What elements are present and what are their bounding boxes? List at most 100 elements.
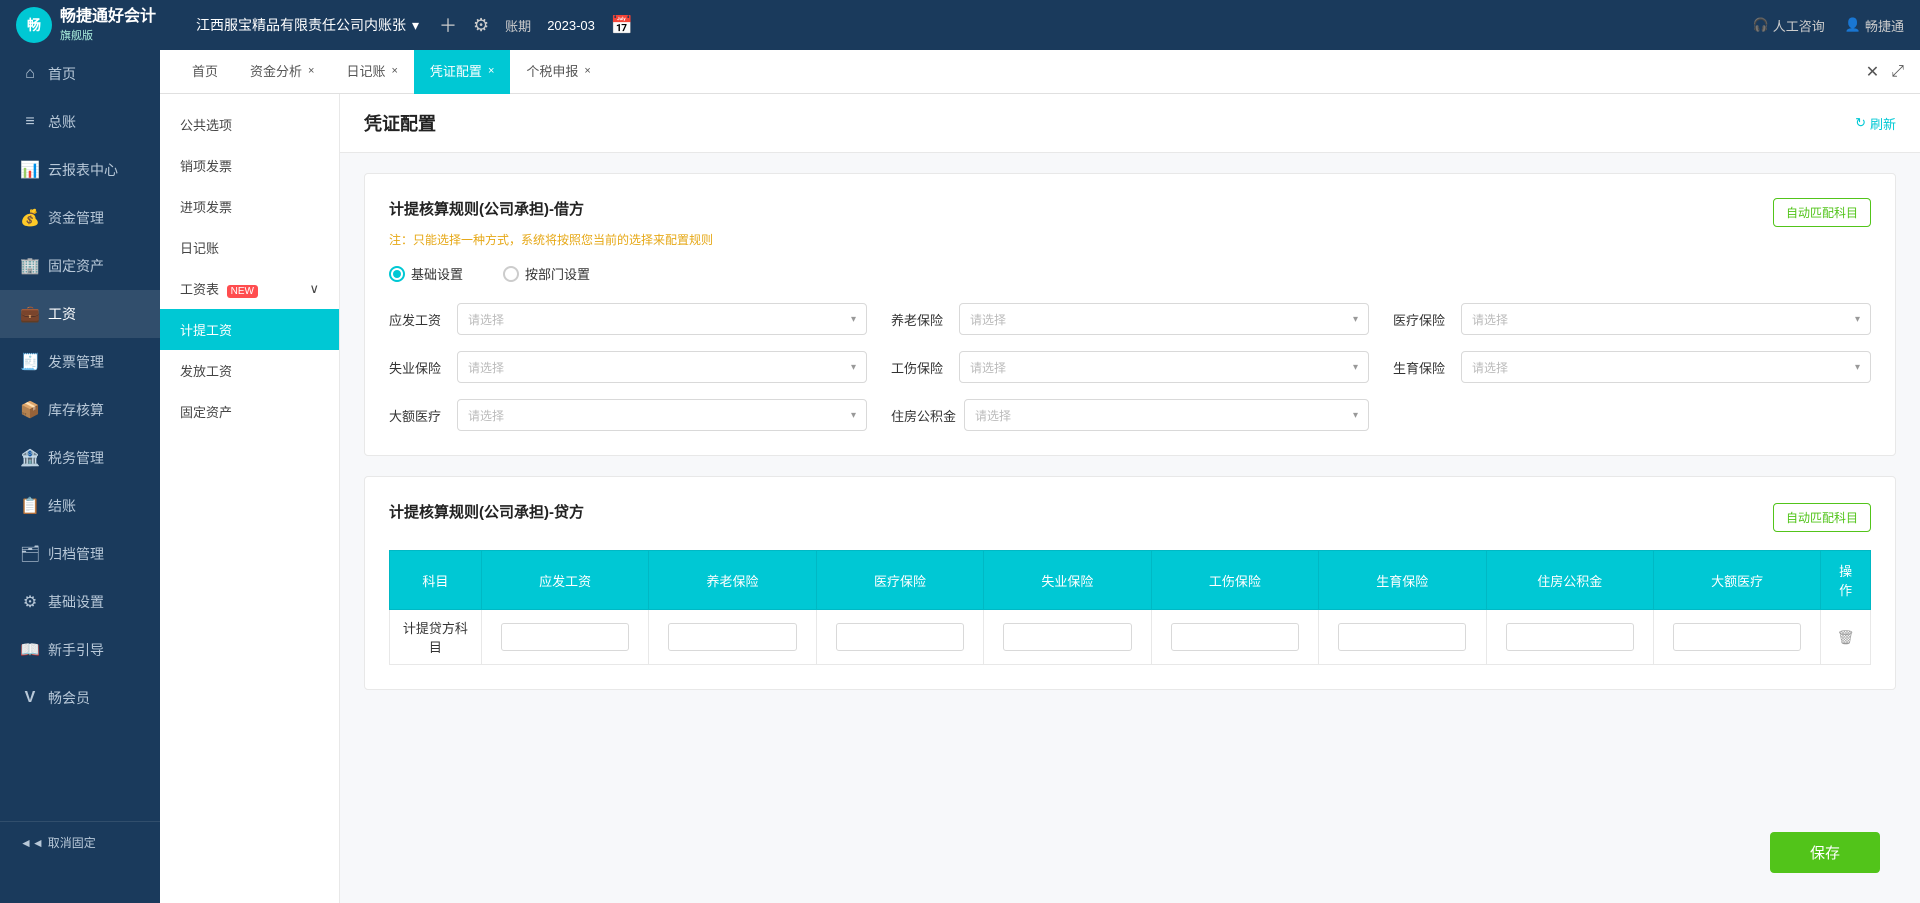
row-salary-input[interactable] xyxy=(501,623,629,651)
row-maternity-input[interactable] xyxy=(1338,623,1466,651)
form-item-maternity: 生育保险 请选择 ▾ xyxy=(1393,351,1871,383)
sidebar-item-funds[interactable]: 💰 资金管理 xyxy=(0,194,160,242)
ledger-icon: ≡ xyxy=(20,113,40,131)
tab-home[interactable]: 首页 xyxy=(176,50,234,94)
page-header: 凭证配置 ↻ 刷新 xyxy=(340,94,1920,153)
sidebar-label-invoice: 发票管理 xyxy=(48,352,104,372)
sidebar-item-tax[interactable]: 🏦 税务管理 xyxy=(0,434,160,482)
credit-auto-match-button[interactable]: 自动匹配科目 xyxy=(1773,503,1871,532)
close-tab-icon[interactable]: ✕ xyxy=(1866,62,1879,82)
sidebar-label-guide: 新手引导 xyxy=(48,640,104,660)
company-selector[interactable]: 江西服宝精品有限责任公司内账张 ▾ xyxy=(196,15,419,35)
unemployment-select[interactable]: 请选择 ▾ xyxy=(457,351,867,383)
col-unemployment: 失业保险 xyxy=(984,551,1151,610)
tab-voucher-config[interactable]: 凭证配置 × xyxy=(414,50,510,94)
housing-fund-select[interactable]: 请选择 ▾ xyxy=(964,399,1369,431)
debit-auto-match-button[interactable]: 自动匹配科目 xyxy=(1773,198,1871,227)
left-nav-salary-pay[interactable]: 发放工资 xyxy=(160,350,339,391)
cancel-pin-button[interactable]: ◄◄ 取消固定 xyxy=(0,821,160,863)
sidebar-item-guide[interactable]: 📖 新手引导 xyxy=(0,626,160,674)
row-subject-label: 计提贷方科目 xyxy=(390,610,482,665)
tab-voucher-close[interactable]: × xyxy=(488,65,494,77)
delete-row-icon[interactable]: 🗑 xyxy=(1837,629,1855,645)
maximize-icon[interactable]: ⤢ xyxy=(1891,63,1904,81)
work-injury-placeholder: 请选择 xyxy=(970,359,1006,376)
sidebar-item-ledger[interactable]: ≡ 总账 xyxy=(0,98,160,146)
medical-select[interactable]: 请选择 ▾ xyxy=(1461,303,1871,335)
archive-icon: 🗂 xyxy=(20,544,40,564)
assets-icon: 🏢 xyxy=(20,256,40,276)
credit-table: 科目 应发工资 养老保险 医疗保险 失业保险 工伤保险 生育保险 住房公积金 大… xyxy=(389,550,1871,665)
tab-funds-analysis[interactable]: 资金分析 × xyxy=(234,50,330,94)
sidebar-item-assets[interactable]: 🏢 固定资产 xyxy=(0,242,160,290)
left-nav-sales[interactable]: 销项发票 xyxy=(160,145,339,186)
left-nav-salary-calc[interactable]: 计提工资 xyxy=(160,309,339,350)
row-work-injury-input[interactable] xyxy=(1171,623,1299,651)
row-pension-input[interactable] xyxy=(668,623,796,651)
sidebar-item-archive[interactable]: 🗂 归档管理 xyxy=(0,530,160,578)
save-button[interactable]: 保存 xyxy=(1770,832,1880,873)
col-maternity: 生育保险 xyxy=(1319,551,1486,610)
settings-icon[interactable]: ⚙ xyxy=(473,15,489,36)
reports-icon: 📊 xyxy=(20,160,40,180)
radio-basic[interactable]: 基础设置 xyxy=(389,264,463,283)
left-nav-purchase[interactable]: 进项发票 xyxy=(160,186,339,227)
tab-journal-label: 日记账 xyxy=(346,61,385,80)
tab-bar: 首页 资金分析 × 日记账 × 凭证配置 × 个税申报 × ✕ ⤢ xyxy=(160,50,1920,94)
debit-section-note: 注：只能选择一种方式，系统将按照您当前的选择来配置规则 xyxy=(389,231,713,248)
support-button[interactable]: 🎧 人工咨询 xyxy=(1753,16,1825,35)
left-nav-public[interactable]: 公共选项 xyxy=(160,104,339,145)
user-name: 畅捷通 xyxy=(1865,16,1904,35)
tab-tax-label: 个税申报 xyxy=(526,61,578,80)
row-housing-fund-input[interactable] xyxy=(1506,623,1634,651)
salary-dropdown-icon: ▾ xyxy=(851,314,856,325)
tab-tax[interactable]: 个税申报 × xyxy=(510,50,606,94)
sidebar-item-vip[interactable]: V 畅会员 xyxy=(0,674,160,722)
sidebar-item-inventory[interactable]: 📦 库存核算 xyxy=(0,386,160,434)
sidebar-item-invoice[interactable]: 🧾 发票管理 xyxy=(0,338,160,386)
row-medical-input[interactable] xyxy=(836,623,964,651)
col-work-injury: 工伤保险 xyxy=(1151,551,1318,610)
sidebar-item-reports[interactable]: 📊 云报表中心 xyxy=(0,146,160,194)
left-nav-salary-table[interactable]: 工资表 NEW ∨ xyxy=(160,268,339,309)
add-icon[interactable]: ＋ xyxy=(439,12,457,38)
settlement-icon: 📋 xyxy=(20,496,40,516)
form-item-medical: 医疗保险 请选择 ▾ xyxy=(1393,303,1871,335)
debit-section: 计提核算规则(公司承担)-借方 注：只能选择一种方式，系统将按照您当前的选择来配… xyxy=(364,173,1896,456)
work-injury-select[interactable]: 请选择 ▾ xyxy=(959,351,1369,383)
sidebar-item-home[interactable]: ⌂ 首页 xyxy=(0,50,160,98)
dropdown-icon: ▾ xyxy=(412,17,419,34)
left-nav-journal[interactable]: 日记账 xyxy=(160,227,339,268)
form-item-pension: 养老保险 请选择 ▾ xyxy=(891,303,1369,335)
sidebar-item-settings[interactable]: ⚙ 基础设置 xyxy=(0,578,160,626)
pension-label: 养老保险 xyxy=(891,310,951,329)
sidebar-item-salary[interactable]: 💼 工资 xyxy=(0,290,160,338)
sidebar-item-settlement[interactable]: 📋 结账 xyxy=(0,482,160,530)
tab-journal[interactable]: 日记账 × xyxy=(330,50,413,94)
form-item-housing-fund: 住房公积金 请选择 ▾ xyxy=(891,399,1369,431)
invoice-icon: 🧾 xyxy=(20,352,40,372)
left-nav-fixed-assets[interactable]: 固定资产 xyxy=(160,391,339,432)
radio-dept[interactable]: 按部门设置 xyxy=(503,264,590,283)
user-avatar-icon: 👤 xyxy=(1845,17,1861,33)
refresh-button[interactable]: ↻ 刷新 xyxy=(1855,114,1896,133)
radio-group: 基础设置 按部门设置 xyxy=(389,264,1871,283)
row-unemployment-input[interactable] xyxy=(1003,623,1131,651)
app-name: 畅捷通好会计 xyxy=(60,7,156,26)
pension-dropdown-icon: ▾ xyxy=(1353,314,1358,325)
large-medical-select[interactable]: 请选择 ▾ xyxy=(457,399,867,431)
tab-funds-close[interactable]: × xyxy=(308,65,314,77)
pension-select[interactable]: 请选择 ▾ xyxy=(959,303,1369,335)
expand-icon: ∨ xyxy=(309,281,319,297)
maternity-select[interactable]: 请选择 ▾ xyxy=(1461,351,1871,383)
calendar-icon[interactable]: 📅 xyxy=(611,15,633,36)
user-area[interactable]: 👤 畅捷通 xyxy=(1845,16,1904,35)
row-large-medical-input[interactable] xyxy=(1673,623,1801,651)
radio-dept-circle xyxy=(503,266,519,282)
tab-journal-close[interactable]: × xyxy=(391,65,397,77)
salary-select[interactable]: 请选择 ▾ xyxy=(457,303,867,335)
funds-icon: 💰 xyxy=(20,208,40,228)
tab-tax-close[interactable]: × xyxy=(584,65,590,77)
logo-icon: 畅 xyxy=(16,7,52,43)
sidebar-label-vip: 畅会员 xyxy=(48,688,90,708)
